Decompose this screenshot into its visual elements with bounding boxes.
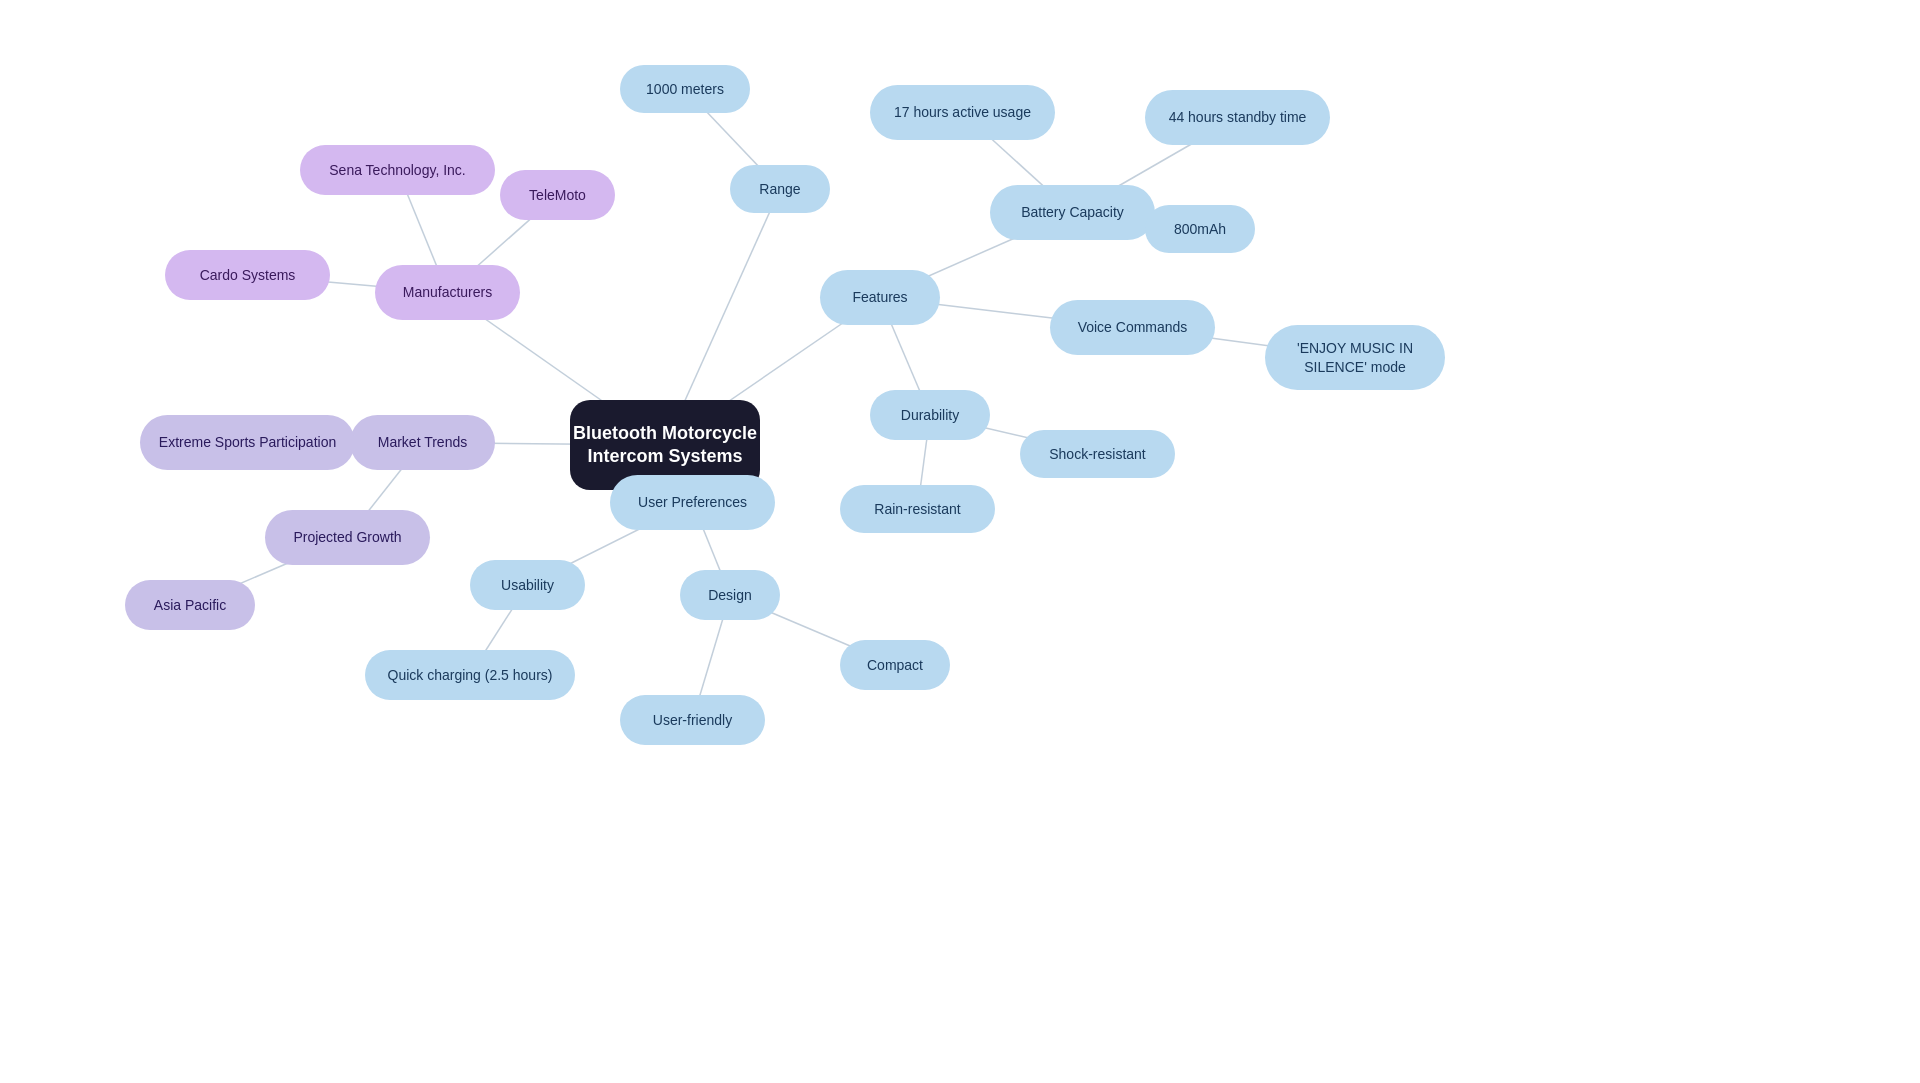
battery_44h-node[interactable]: 44 hours standby time xyxy=(1145,90,1330,145)
extreme-label: Extreme Sports Participation xyxy=(159,433,336,451)
sena-node[interactable]: Sena Technology, Inc. xyxy=(300,145,495,195)
compact-node[interactable]: Compact xyxy=(840,640,950,690)
market-node[interactable]: Market Trends xyxy=(350,415,495,470)
voice_enjoy-node[interactable]: 'ENJOY MUSIC IN SILENCE' mode xyxy=(1265,325,1445,390)
quick_charge-label: Quick charging (2.5 hours) xyxy=(388,666,553,684)
features-node[interactable]: Features xyxy=(820,270,940,325)
battery-label: Battery Capacity xyxy=(1021,203,1124,221)
center-label: Bluetooth Motorcycle Intercom Systems xyxy=(573,422,757,469)
manufacturers-label: Manufacturers xyxy=(403,283,492,301)
battery_800-label: 800mAh xyxy=(1174,220,1226,238)
usability-label: Usability xyxy=(501,576,554,594)
sena-label: Sena Technology, Inc. xyxy=(329,161,465,179)
cardo-label: Cardo Systems xyxy=(200,266,296,284)
features-label: Features xyxy=(852,288,907,306)
range-label: Range xyxy=(759,180,800,198)
telemoto-label: TeleMoto xyxy=(529,186,586,204)
usability-node[interactable]: Usability xyxy=(470,560,585,610)
battery_17h-node[interactable]: 17 hours active usage xyxy=(870,85,1055,140)
quick_charge-node[interactable]: Quick charging (2.5 hours) xyxy=(365,650,575,700)
shock-label: Shock-resistant xyxy=(1049,445,1145,463)
extreme-node[interactable]: Extreme Sports Participation xyxy=(140,415,355,470)
manufacturers-node[interactable]: Manufacturers xyxy=(375,265,520,320)
battery_17h-label: 17 hours active usage xyxy=(894,103,1031,121)
compact-label: Compact xyxy=(867,656,923,674)
user_friendly-node[interactable]: User-friendly xyxy=(620,695,765,745)
voice-label: Voice Commands xyxy=(1078,318,1188,336)
range-node[interactable]: Range xyxy=(730,165,830,213)
design-label: Design xyxy=(708,586,752,604)
telemoto-node[interactable]: TeleMoto xyxy=(500,170,615,220)
range_1000-node[interactable]: 1000 meters xyxy=(620,65,750,113)
durability-node[interactable]: Durability xyxy=(870,390,990,440)
projected-node[interactable]: Projected Growth xyxy=(265,510,430,565)
durability-label: Durability xyxy=(901,406,959,424)
user_friendly-label: User-friendly xyxy=(653,711,732,729)
range_1000-label: 1000 meters xyxy=(646,80,724,98)
rain-label: Rain-resistant xyxy=(874,500,960,518)
design-node[interactable]: Design xyxy=(680,570,780,620)
user_pref-label: User Preferences xyxy=(638,493,747,511)
projected-label: Projected Growth xyxy=(293,528,401,546)
asia-label: Asia Pacific xyxy=(154,596,226,614)
voice_enjoy-label: 'ENJOY MUSIC IN SILENCE' mode xyxy=(1275,339,1435,375)
rain-node[interactable]: Rain-resistant xyxy=(840,485,995,533)
user_pref-node[interactable]: User Preferences xyxy=(610,475,775,530)
asia-node[interactable]: Asia Pacific xyxy=(125,580,255,630)
battery_800-node[interactable]: 800mAh xyxy=(1145,205,1255,253)
cardo-node[interactable]: Cardo Systems xyxy=(165,250,330,300)
shock-node[interactable]: Shock-resistant xyxy=(1020,430,1175,478)
voice-node[interactable]: Voice Commands xyxy=(1050,300,1215,355)
battery-node[interactable]: Battery Capacity xyxy=(990,185,1155,240)
market-label: Market Trends xyxy=(378,433,467,451)
battery_44h-label: 44 hours standby time xyxy=(1169,108,1307,126)
